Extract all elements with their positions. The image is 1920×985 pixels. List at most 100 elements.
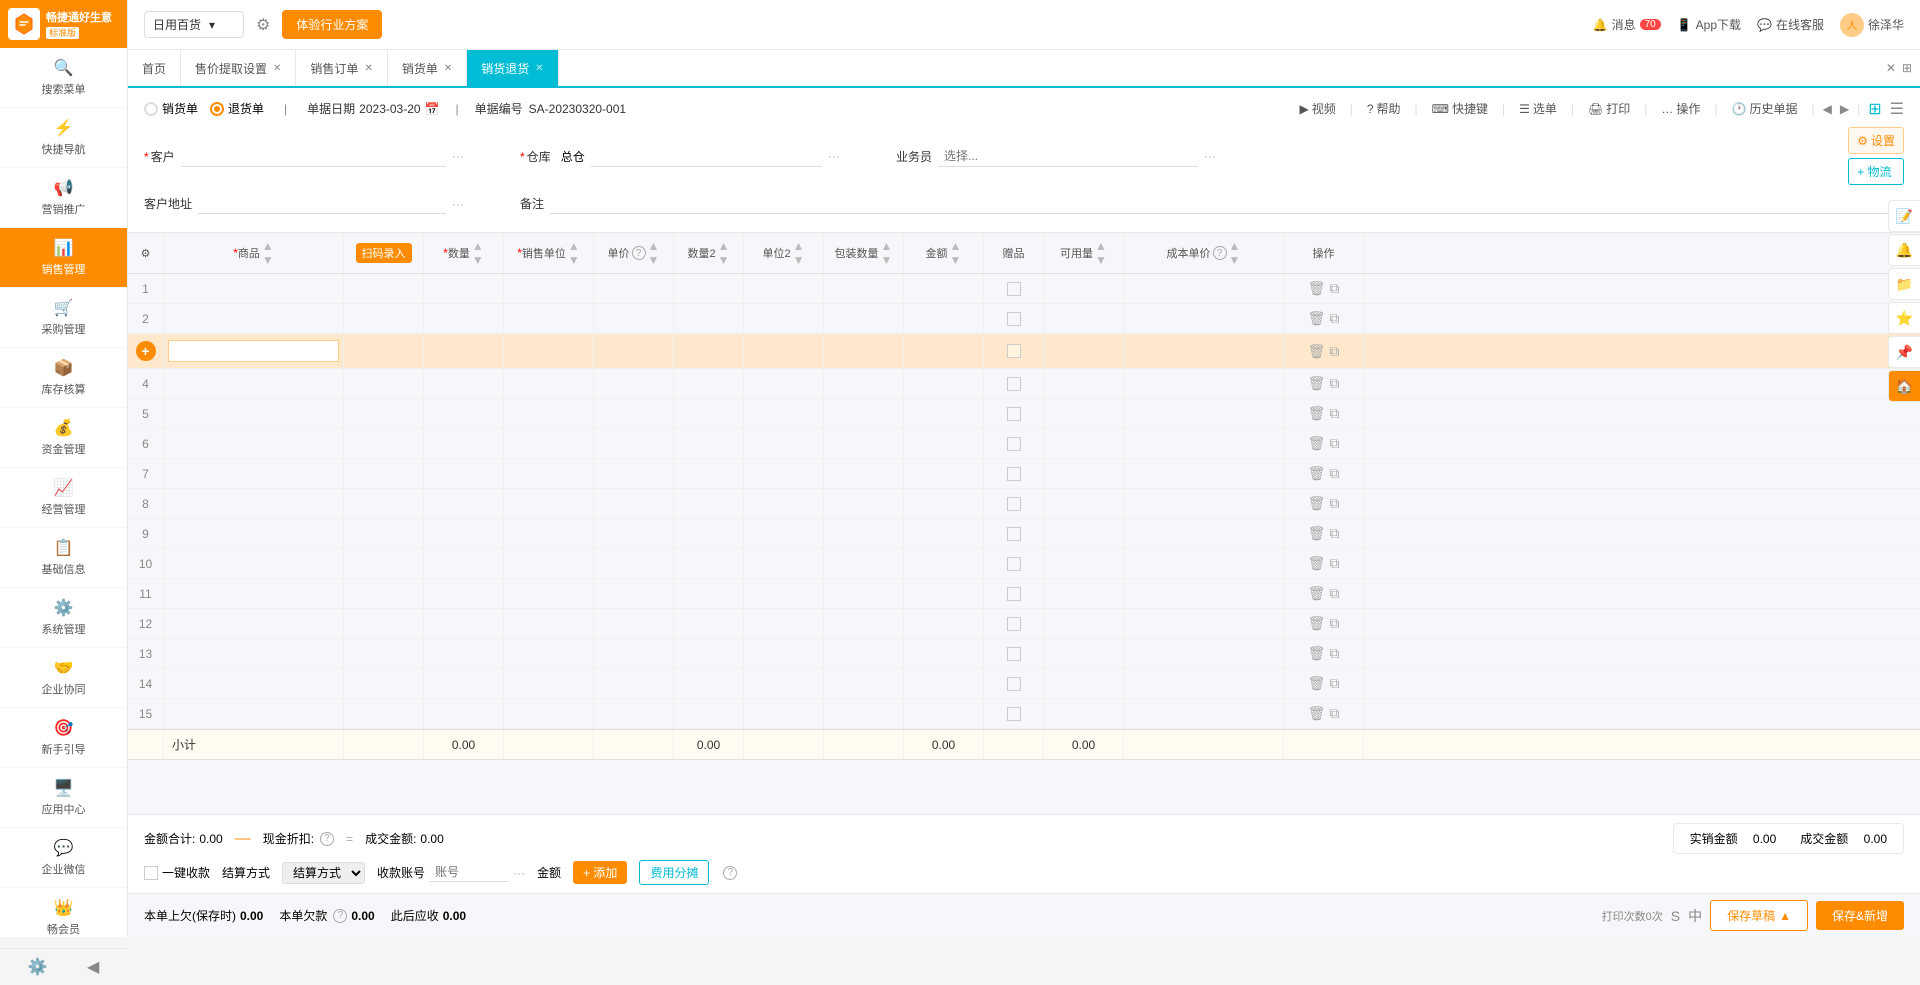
sidebar-item-quicknav[interactable]: ⚡ 快捷导航 <box>0 108 127 168</box>
row1-product[interactable] <box>164 274 344 303</box>
right-sidebar-bell[interactable]: 🔔 <box>1888 234 1920 266</box>
row8-amount[interactable] <box>904 489 984 518</box>
sort-avail[interactable]: ▲▼ <box>1095 239 1107 267</box>
experience-btn[interactable]: 体验行业方案 <box>282 10 382 39</box>
row11-delete-icon[interactable]: 🗑 <box>1308 585 1326 602</box>
row14-unit2[interactable] <box>744 669 824 698</box>
sort-unit2[interactable]: ▲▼ <box>793 239 805 267</box>
row3-qty2[interactable] <box>674 334 744 368</box>
row12-unit2[interactable] <box>744 609 824 638</box>
row10-gift-checkbox[interactable] <box>1007 557 1021 571</box>
row2-delete-icon[interactable]: 🗑 <box>1308 310 1326 327</box>
app-download-btn[interactable]: 📱 App下载 <box>1677 16 1741 33</box>
row13-gift[interactable] <box>984 639 1044 668</box>
customer-input[interactable] <box>181 146 446 167</box>
row8-unit2[interactable] <box>744 489 824 518</box>
row14-cost[interactable] <box>1124 669 1284 698</box>
right-sidebar-star[interactable]: ⭐ <box>1888 302 1920 334</box>
row4-qty[interactable] <box>424 369 504 398</box>
row3-unit2[interactable] <box>744 334 824 368</box>
row12-pack[interactable] <box>824 609 904 638</box>
row15-unit[interactable] <box>504 699 594 728</box>
sidebar-item-enterprise[interactable]: 🤝 企业协同 <box>0 648 127 708</box>
row4-amount[interactable] <box>904 369 984 398</box>
row3-price[interactable] <box>594 334 674 368</box>
sidebar-item-marketing[interactable]: 📢 营销推广 <box>0 168 127 228</box>
discount-info-icon[interactable]: ? <box>320 832 334 846</box>
row6-qty[interactable] <box>424 429 504 458</box>
row3-copy-icon[interactable]: ⧉ <box>1329 343 1339 360</box>
tab-price-extract[interactable]: 售价提取设置 ✕ <box>181 50 296 86</box>
calendar-icon[interactable]: 📅 <box>425 102 440 116</box>
row11-gift[interactable] <box>984 579 1044 608</box>
sort-price[interactable]: ▲▼ <box>648 239 660 267</box>
sort-product[interactable]: ▲▼ <box>262 239 274 267</box>
row15-copy-icon[interactable]: ⧉ <box>1329 705 1339 722</box>
row7-price[interactable] <box>594 459 674 488</box>
row10-product[interactable] <box>164 549 344 578</box>
row6-avail[interactable] <box>1044 429 1124 458</box>
row1-unit[interactable] <box>504 274 594 303</box>
help-btn[interactable]: ? 帮助 <box>1361 98 1407 119</box>
row9-qty2[interactable] <box>674 519 744 548</box>
save-draft-btn[interactable]: 保存草稿 ▲ <box>1710 900 1808 931</box>
row15-qty2[interactable] <box>674 699 744 728</box>
row10-avail[interactable] <box>1044 549 1124 578</box>
right-sidebar-active[interactable]: 🏠 <box>1888 370 1920 402</box>
row13-qty2[interactable] <box>674 639 744 668</box>
row7-unit2[interactable] <box>744 459 824 488</box>
row10-cost[interactable] <box>1124 549 1284 578</box>
row15-unit2[interactable] <box>744 699 824 728</box>
row7-product[interactable] <box>164 459 344 488</box>
row8-unit[interactable] <box>504 489 594 518</box>
sidebar-item-inventory[interactable]: 📦 库存核算 <box>0 348 127 408</box>
sort-qty[interactable]: ▲▼ <box>472 239 484 267</box>
sidebar-item-finance[interactable]: 💰 资金管理 <box>0 408 127 468</box>
maximize-icon[interactable]: ⊞ <box>1902 61 1912 75</box>
row3-cost[interactable] <box>1124 334 1284 368</box>
row4-qty2[interactable] <box>674 369 744 398</box>
row14-unit[interactable] <box>504 669 594 698</box>
row13-unit2[interactable] <box>744 639 824 668</box>
row13-gift-checkbox[interactable] <box>1007 647 1021 661</box>
warehouse-input[interactable] <box>591 146 822 167</box>
row8-cost[interactable] <box>1124 489 1284 518</box>
row2-unit2[interactable] <box>744 304 824 333</box>
row1-qty[interactable] <box>424 274 504 303</box>
row1-price[interactable] <box>594 274 674 303</box>
row9-copy-icon[interactable]: ⧉ <box>1329 525 1339 542</box>
row14-qty[interactable] <box>424 669 504 698</box>
radio-sales-return[interactable]: 退货单 <box>210 100 264 117</box>
list-view-icon[interactable]: ☰ <box>1890 99 1904 119</box>
row2-qty[interactable] <box>424 304 504 333</box>
sort-unit[interactable]: ▲▼ <box>568 239 580 267</box>
row5-unit[interactable] <box>504 399 594 428</box>
salesperson-dots[interactable]: ··· <box>1204 149 1216 163</box>
collapse-icon[interactable]: ◀ <box>87 957 99 977</box>
row6-delete-icon[interactable]: 🗑 <box>1308 435 1326 452</box>
row5-qty[interactable] <box>424 399 504 428</box>
row11-price[interactable] <box>594 579 674 608</box>
row13-delete-icon[interactable]: 🗑 <box>1308 645 1326 662</box>
row7-gift-checkbox[interactable] <box>1007 467 1021 481</box>
row6-qty2[interactable] <box>674 429 744 458</box>
row14-copy-icon[interactable]: ⧉ <box>1329 675 1339 692</box>
shortcut-btn[interactable]: ⌨ 快捷键 <box>1426 98 1494 119</box>
messages-btn[interactable]: 🔔 消息 70 <box>1593 16 1661 33</box>
row13-qty[interactable] <box>424 639 504 668</box>
row8-qty2[interactable] <box>674 489 744 518</box>
row11-cost[interactable] <box>1124 579 1284 608</box>
row2-gift-checkbox[interactable] <box>1007 312 1021 326</box>
row7-avail[interactable] <box>1044 459 1124 488</box>
grid-view-icon[interactable]: ⊞ <box>1868 99 1881 119</box>
row5-amount[interactable] <box>904 399 984 428</box>
row11-qty[interactable] <box>424 579 504 608</box>
row9-amount[interactable] <box>904 519 984 548</box>
row6-copy-icon[interactable]: ⧉ <box>1329 435 1339 452</box>
salesperson-input[interactable] <box>938 146 1198 167</box>
row7-amount[interactable] <box>904 459 984 488</box>
row14-amount[interactable] <box>904 669 984 698</box>
row10-unit2[interactable] <box>744 549 824 578</box>
row13-price[interactable] <box>594 639 674 668</box>
tab-close-sales-return[interactable]: ✕ <box>535 63 543 74</box>
